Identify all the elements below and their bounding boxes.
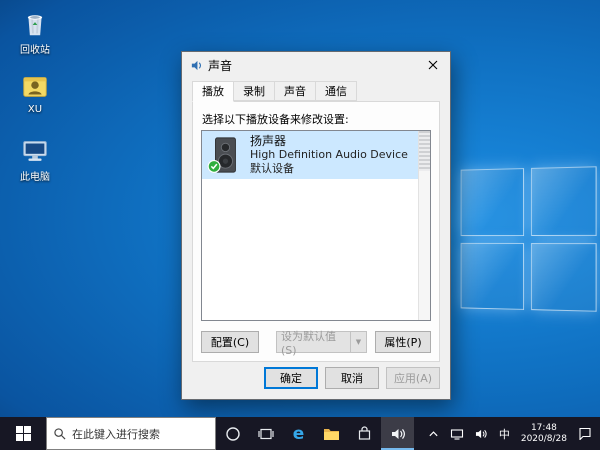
- edge-button[interactable]: e: [282, 417, 315, 450]
- tab-playback[interactable]: 播放: [192, 81, 234, 102]
- apply-button[interactable]: 应用(A): [386, 367, 440, 389]
- volume-icon: [475, 429, 487, 438]
- device-name: 扬声器: [250, 134, 287, 148]
- set-default-button[interactable]: 设为默认值(S): [276, 330, 350, 357]
- set-default-split-button: 设为默认值(S) ▼: [276, 330, 367, 357]
- search-placeholder: 在此键入进行搜索: [72, 427, 160, 441]
- close-button[interactable]: [416, 53, 450, 78]
- action-center-icon: [579, 427, 591, 440]
- sound-app-icon: [391, 428, 405, 439]
- properties-button[interactable]: 属性(P): [375, 331, 431, 353]
- network-icon: [450, 428, 463, 440]
- recycle-bin-icon: [6, 7, 64, 39]
- tab-sounds[interactable]: 声音: [274, 81, 316, 101]
- clock-date: 2020/8/28: [520, 433, 567, 444]
- playback-tab-page: 选择以下播放设备来修改设置: 扬声器 High Definition Audio…: [192, 101, 440, 362]
- dialog-titlebar[interactable]: 声音: [182, 52, 450, 78]
- configure-button[interactable]: 配置(C): [201, 331, 259, 353]
- edge-icon: e: [292, 423, 305, 444]
- logo-pane: [460, 168, 524, 236]
- chevron-up-icon: [429, 431, 438, 437]
- list-scrollbar[interactable]: [418, 131, 430, 320]
- ok-button[interactable]: 确定: [264, 367, 318, 389]
- cancel-button[interactable]: 取消: [325, 367, 379, 389]
- desktop-icon-this-pc[interactable]: 此电脑: [6, 134, 64, 183]
- desktop-icon-user-files[interactable]: XU: [6, 70, 64, 115]
- set-default-dropdown[interactable]: ▼: [350, 331, 367, 353]
- instruction-label: 选择以下播放设备来修改设置:: [202, 113, 349, 126]
- dialog-title: 声音: [208, 58, 233, 73]
- windows-wallpaper-logo: [460, 166, 597, 312]
- device-status: 默认设备: [250, 162, 294, 175]
- device-text: 扬声器 High Definition Audio Device 默认设备: [250, 134, 408, 176]
- input-indicator[interactable]: 中: [498, 417, 511, 450]
- task-view-button[interactable]: [249, 417, 282, 450]
- network-tray-button[interactable]: [449, 417, 465, 450]
- sound-dialog: 声音 播放 录制 声音 通信 选择以下播放设备来修改设置: 扬声器 High D…: [181, 51, 451, 400]
- logo-pane: [460, 242, 524, 310]
- file-explorer-icon: [324, 429, 339, 440]
- start-button[interactable]: [0, 417, 46, 450]
- store-icon: [358, 426, 371, 440]
- tab-communications[interactable]: 通信: [315, 81, 357, 101]
- search-icon: [54, 427, 66, 440]
- dialog-footer: 确定 取消 应用(A): [264, 367, 440, 389]
- cortana-button[interactable]: [216, 417, 249, 450]
- file-explorer-button[interactable]: [315, 417, 348, 450]
- desktop-icon-label: XU: [27, 104, 43, 115]
- system-tray: 中 17:48 2020/8/28: [420, 417, 600, 450]
- taskbar: 在此键入进行搜索 e 中 17:48 2020/8/28: [0, 417, 600, 450]
- sound-app-button[interactable]: [381, 417, 414, 450]
- screen: 回收站 XU 此电脑 声音 播放 录制 声音 通信 选择以下播放设备来修改设置:…: [0, 0, 600, 450]
- action-center-button[interactable]: [577, 417, 593, 450]
- tray-overflow-button[interactable]: [427, 417, 440, 450]
- speaker-device-icon: [207, 137, 236, 173]
- start-icon: [15, 426, 31, 441]
- playback-device-list: 扬声器 High Definition Audio Device 默认设备: [201, 130, 431, 321]
- task-view-icon: [257, 428, 274, 439]
- logo-pane: [530, 166, 597, 236]
- desktop-icon-label: 此电脑: [20, 172, 50, 183]
- dialog-speaker-icon: [191, 60, 202, 70]
- clock-time: 17:48: [530, 422, 557, 433]
- clock[interactable]: 17:48 2020/8/28: [520, 417, 568, 450]
- cortana-icon: [225, 426, 240, 441]
- logo-pane: [530, 242, 597, 312]
- desktop-icon-recycle-bin[interactable]: 回收站: [6, 7, 64, 56]
- device-row-speakers[interactable]: 扬声器 High Definition Audio Device 默认设备: [202, 131, 418, 179]
- store-button[interactable]: [348, 417, 381, 450]
- tab-recording[interactable]: 录制: [233, 81, 275, 101]
- desktop: 回收站 XU 此电脑 声音 播放 录制 声音 通信 选择以下播放设备来修改设置:…: [0, 0, 600, 417]
- this-pc-icon: [6, 134, 64, 166]
- close-icon: [428, 60, 438, 70]
- device-description: High Definition Audio Device: [250, 148, 408, 161]
- tab-strip: 播放 录制 声音 通信: [192, 81, 357, 102]
- volume-tray-button[interactable]: [474, 417, 489, 450]
- desktop-icon-label: 回收站: [20, 45, 50, 56]
- scrollbar-thumb[interactable]: [419, 131, 430, 171]
- search-input[interactable]: 在此键入进行搜索: [46, 417, 216, 450]
- device-action-buttons: 配置(C) 设为默认值(S) ▼ 属性(P): [201, 330, 431, 357]
- user-files-icon: [6, 70, 64, 102]
